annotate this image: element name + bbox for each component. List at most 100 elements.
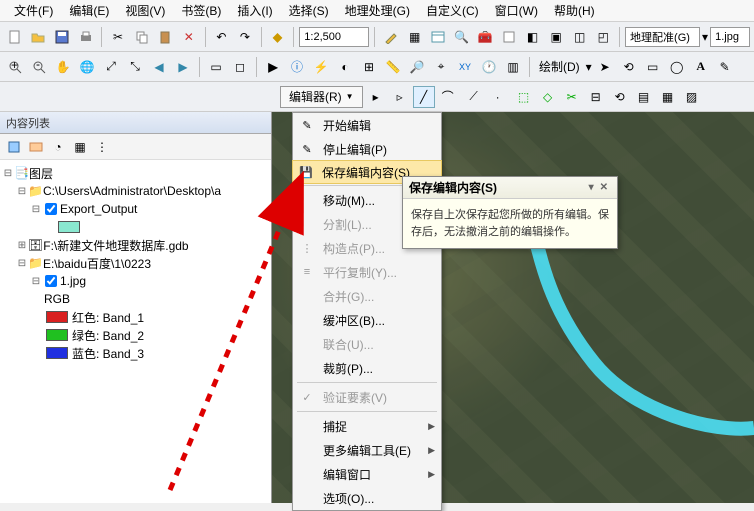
editor-toolbar-icon[interactable] [380, 26, 402, 48]
save-icon[interactable] [51, 26, 73, 48]
menu-stop-editing[interactable]: ✎停止编辑(P) [293, 137, 441, 161]
georeferencing-label[interactable] [625, 27, 700, 47]
pointer-icon[interactable]: ▶ [262, 56, 284, 78]
menu-file[interactable]: 文件(F) [8, 0, 59, 21]
menu-window[interactable]: 窗口(W) [489, 0, 544, 21]
toc-options-icon[interactable]: ⋮ [92, 137, 112, 157]
sketch-props-icon[interactable]: ▦ [657, 86, 679, 108]
identify-icon[interactable]: ⓘ [286, 56, 308, 78]
find-route-icon[interactable]: ⌖ [430, 56, 452, 78]
back-icon[interactable]: ◀ [148, 56, 170, 78]
menu-select[interactable]: 选择(S) [283, 0, 335, 21]
open-icon[interactable] [28, 26, 50, 48]
select-element-icon[interactable]: ➤ [594, 56, 616, 78]
layer-checkbox[interactable] [45, 203, 57, 215]
reshape-icon[interactable]: ◇ [537, 86, 559, 108]
layer-checkbox[interactable] [45, 275, 57, 287]
arc-toolbox-icon[interactable]: 🧰 [475, 26, 497, 48]
editor-dropdown-button[interactable]: 编辑器(R)▼ [280, 86, 363, 108]
undo-icon[interactable]: ↶ [211, 26, 233, 48]
list-by-visibility-icon[interactable]: ◔ [48, 137, 68, 157]
menu-clip[interactable]: 裁剪(P)... [293, 356, 441, 380]
tree-folder-gdb[interactable]: ⊞🗄 F:\新建文件地理数据库.gdb [2, 236, 269, 254]
full-extent-icon[interactable]: 🌐 [76, 56, 98, 78]
tool-a-icon[interactable]: ◐ [334, 56, 356, 78]
edit-vertices2-icon[interactable]: ⬚ [513, 86, 535, 108]
scale-input[interactable] [299, 27, 369, 47]
tool-misc2-icon[interactable]: ◫ [569, 26, 591, 48]
html-popup-icon[interactable]: ⊞ [358, 56, 380, 78]
hyperlink-icon[interactable]: ⚡ [310, 56, 332, 78]
menu-geoprocessing[interactable]: 地理处理(G) [339, 0, 416, 21]
menu-edit-windows[interactable]: 编辑窗口▶ [293, 462, 441, 486]
menu-buffer[interactable]: 缓冲区(B)... [293, 308, 441, 332]
add-data-icon[interactable]: ◆ [267, 26, 289, 48]
rotate-tool-icon[interactable]: ⟲ [609, 86, 631, 108]
arc-segment-icon[interactable]: ⌒ [437, 86, 459, 108]
pan-icon[interactable]: ✋ [52, 56, 74, 78]
menu-bookmark[interactable]: 书签(B) [175, 0, 227, 21]
new-icon[interactable] [4, 26, 26, 48]
goto-xy-icon[interactable]: XY [454, 56, 476, 78]
menu-more-tools[interactable]: 更多编辑工具(E)▶ [293, 438, 441, 462]
forward-icon[interactable]: ▶ [172, 56, 194, 78]
measure-icon[interactable]: 📏 [382, 56, 404, 78]
tree-layer-export[interactable]: ⊟Export_Output [2, 200, 269, 218]
fixed-zoomin-icon[interactable]: ⤢ [100, 56, 122, 78]
ellipse-draw-icon[interactable]: ◯ [666, 56, 688, 78]
list-by-drawing-icon[interactable] [4, 137, 24, 157]
clear-selection-icon[interactable]: ◻ [229, 56, 251, 78]
fixed-zoomout-icon[interactable]: ⤡ [124, 56, 146, 78]
time-slider-icon[interactable]: 🕐 [478, 56, 500, 78]
zoom-in-icon[interactable]: + [4, 56, 26, 78]
split-tool-icon[interactable]: ⊟ [585, 86, 607, 108]
model-builder-icon[interactable]: ◧ [522, 26, 544, 48]
pin-icon[interactable]: ▾ [586, 182, 597, 193]
edit-annotation-icon[interactable]: ▹ [389, 86, 411, 108]
edit-vertices-icon[interactable]: ✎ [714, 56, 736, 78]
tool-icon[interactable]: ▦ [404, 26, 426, 48]
menu-customize[interactable]: 自定义(C) [420, 0, 485, 21]
paste-icon[interactable] [154, 26, 176, 48]
close-icon[interactable]: ✕ [597, 182, 611, 193]
find-icon[interactable]: 🔎 [406, 56, 428, 78]
select-features-icon[interactable]: ▭ [205, 56, 227, 78]
menu-insert[interactable]: 插入(I) [231, 0, 278, 21]
menu-view[interactable]: 视图(V) [119, 0, 171, 21]
menu-edit[interactable]: 编辑(E) [63, 0, 115, 21]
create-features-icon[interactable]: ▨ [681, 86, 703, 108]
cut-icon[interactable]: ✂ [107, 26, 129, 48]
tree-folder-baidu[interactable]: ⊟📁 E:\baidu百度\1\0223 [2, 254, 269, 272]
catalog-icon[interactable] [427, 26, 449, 48]
search-icon[interactable]: 🔍 [451, 26, 473, 48]
tree-root[interactable]: ⊟📑 图层 [2, 164, 269, 182]
draw-label[interactable]: 绘制(D) [535, 58, 584, 75]
list-by-source-icon[interactable] [26, 137, 46, 157]
tree-layer-jpg[interactable]: ⊟1.jpg [2, 272, 269, 290]
rect-draw-icon[interactable]: ▭ [642, 56, 664, 78]
text-icon[interactable]: A [690, 56, 712, 78]
cut-polygon-icon[interactable]: ✂ [561, 86, 583, 108]
tool-misc-icon[interactable]: ▣ [545, 26, 567, 48]
edit-tool-icon[interactable]: ▸ [365, 86, 387, 108]
python-icon[interactable] [498, 26, 520, 48]
menu-options[interactable]: 选项(O)... [293, 486, 441, 510]
print-icon[interactable] [75, 26, 97, 48]
menu-help[interactable]: 帮助(H) [548, 0, 601, 21]
menu-start-editing[interactable]: ✎开始编辑 [293, 113, 441, 137]
trace-icon[interactable]: ⟋ [463, 86, 485, 108]
straight-segment-icon[interactable]: ╱ [413, 86, 435, 108]
attributes-icon[interactable]: ▤ [633, 86, 655, 108]
layer-combo[interactable] [710, 27, 750, 47]
menu-snapping[interactable]: 捕捉▶ [293, 414, 441, 438]
tool-misc3-icon[interactable]: ◰ [592, 26, 614, 48]
copy-icon[interactable] [131, 26, 153, 48]
list-by-selection-icon[interactable]: ▦ [70, 137, 90, 157]
rotate-icon[interactable]: ⟲ [618, 56, 640, 78]
tool-b-icon[interactable]: ▥ [502, 56, 524, 78]
point-icon[interactable]: · [487, 86, 509, 108]
delete-icon[interactable]: ✕ [178, 26, 200, 48]
zoom-out-icon[interactable]: - [28, 56, 50, 78]
redo-icon[interactable]: ↷ [234, 26, 256, 48]
tree-folder-desktop[interactable]: ⊟📁 C:\Users\Administrator\Desktop\a [2, 182, 269, 200]
